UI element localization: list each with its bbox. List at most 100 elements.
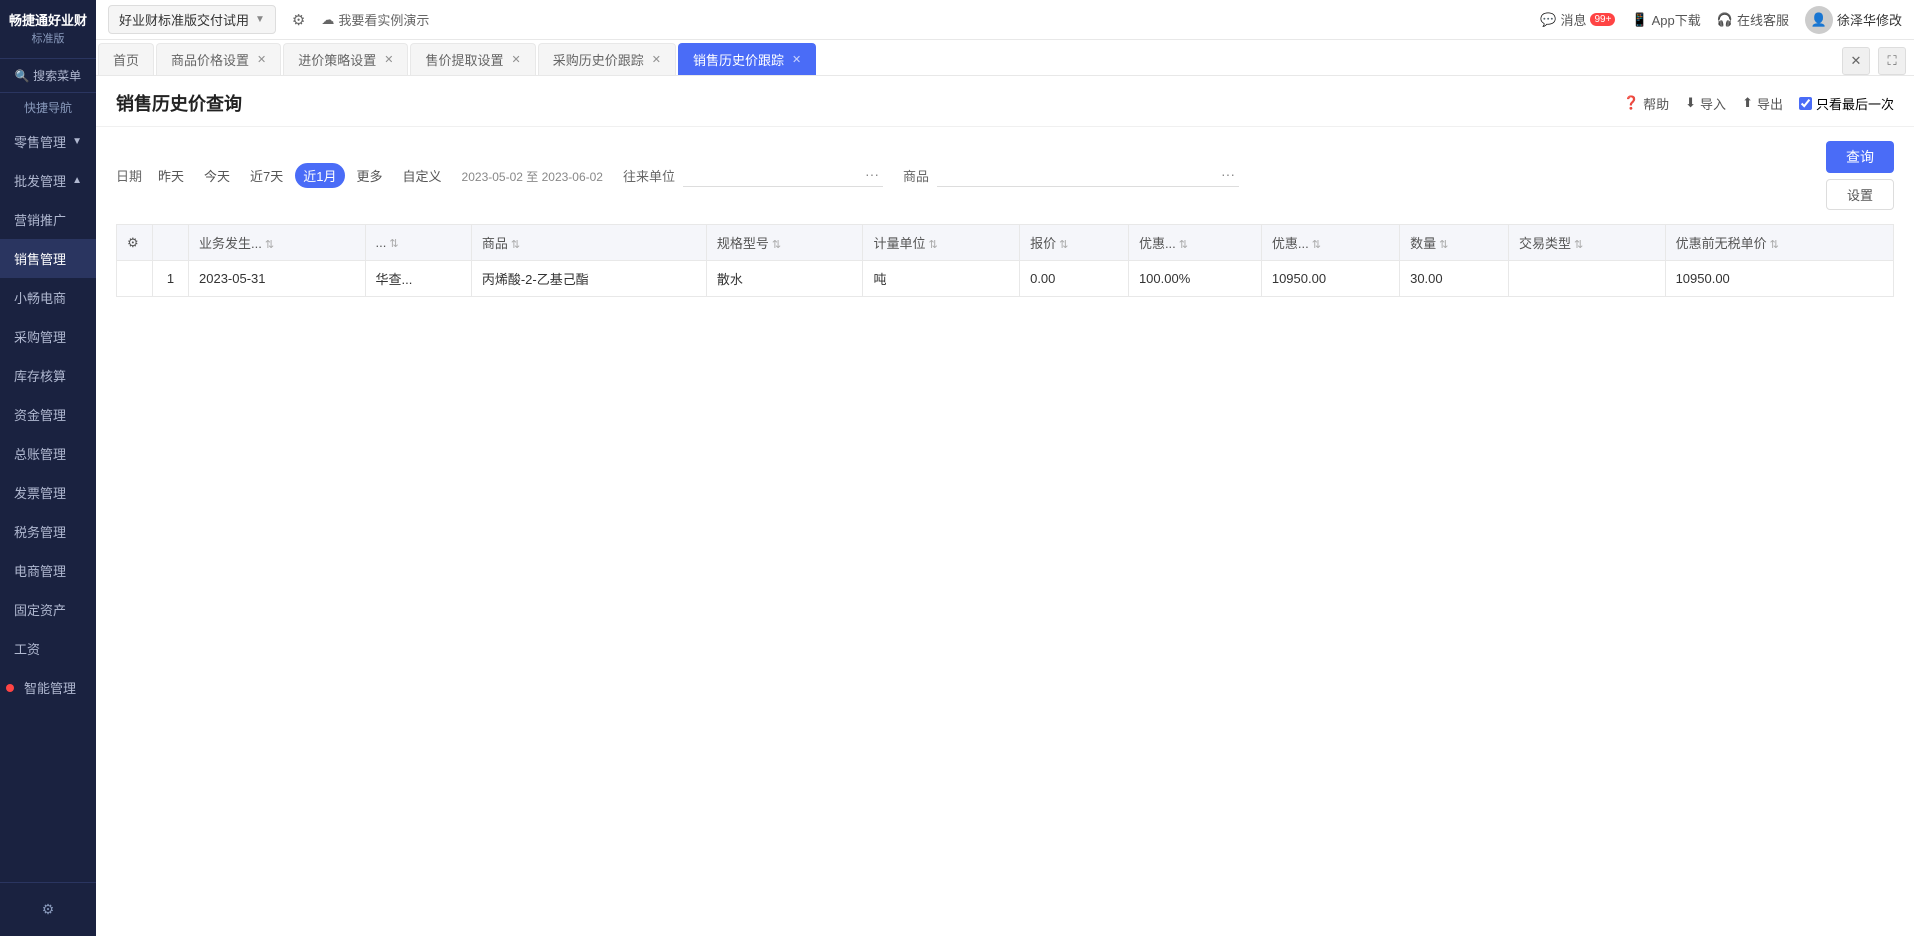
- import-label: 导入: [1700, 94, 1726, 113]
- from-unit-input[interactable]: [683, 167, 861, 182]
- cell-unit: 吨: [863, 261, 1020, 297]
- product-input[interactable]: [937, 167, 1217, 182]
- sidebar-search[interactable]: 🔍 搜索菜单: [0, 59, 96, 93]
- topbar-username: 徐泽华修改: [1837, 10, 1902, 29]
- date-filter-label: 日期: [116, 166, 142, 185]
- date-btn-custom[interactable]: 自定义: [395, 163, 450, 188]
- topbar: 好业财标准版交付试用 ▼ ⚙ ☁ 我要看实例演示 💬 消息 99+ 📱 App下…: [96, 0, 1914, 40]
- sidebar-quicknav[interactable]: 快捷导航: [0, 93, 96, 122]
- sidebar-item-ecshop[interactable]: 小畅电商: [0, 278, 96, 317]
- sidebar-item-sales[interactable]: 销售管理: [0, 239, 96, 278]
- date-btn-today[interactable]: 今天: [196, 163, 238, 188]
- topbar-user[interactable]: 👤 徐泽华修改: [1805, 6, 1902, 34]
- sidebar-quicknav-label: 快捷导航: [24, 101, 72, 115]
- sidebar-item-salary-label: 工资: [14, 639, 40, 658]
- sidebar-item-wholesale[interactable]: 批发管理 ▲: [0, 161, 96, 200]
- export-action[interactable]: ⬆ 导出: [1742, 94, 1783, 113]
- sidebar-item-purchase[interactable]: 采购管理: [0, 317, 96, 356]
- sidebar-item-ledger[interactable]: 总账管理: [0, 434, 96, 473]
- avatar: 👤: [1805, 6, 1833, 34]
- th-discount1[interactable]: 优惠...⇅: [1128, 225, 1261, 261]
- from-unit-label: 往来单位: [623, 166, 675, 185]
- sidebar-item-smart-label: 智能管理: [24, 678, 76, 697]
- tab-sale-extract[interactable]: 售价提取设置 ✕: [410, 43, 535, 75]
- help-action[interactable]: ❓ 帮助: [1623, 94, 1669, 113]
- topbar-app-download[interactable]: 📱 App下载: [1631, 10, 1700, 29]
- main-area: 好业财标准版交付试用 ▼ ⚙ ☁ 我要看实例演示 💬 消息 99+ 📱 App下…: [96, 0, 1914, 936]
- tab-price-settings[interactable]: 商品价格设置 ✕: [156, 43, 281, 75]
- tab-price-settings-close[interactable]: ✕: [257, 53, 266, 66]
- import-icon: ⬇: [1685, 95, 1696, 111]
- filter-actions: 查询 设置: [1826, 141, 1894, 210]
- th-discount2[interactable]: 优惠...⇅: [1261, 225, 1399, 261]
- sidebar-item-salary[interactable]: 工资: [0, 629, 96, 668]
- product-more-btn[interactable]: ···: [1217, 164, 1239, 184]
- only-last-checkbox[interactable]: [1799, 97, 1812, 110]
- topbar-messages[interactable]: 💬 消息 99+: [1540, 10, 1615, 29]
- sidebar-item-tax[interactable]: 税务管理: [0, 512, 96, 551]
- logo-sub: 标准版: [8, 30, 88, 46]
- settings-button[interactable]: 设置: [1826, 179, 1894, 210]
- tab-sale-extract-close[interactable]: ✕: [512, 53, 521, 66]
- topbar-demo[interactable]: ☁ 我要看实例演示: [321, 10, 429, 29]
- th-more[interactable]: ...⇅: [365, 225, 471, 261]
- cell-index: 1: [153, 261, 189, 297]
- tab-home-label: 首页: [113, 50, 139, 69]
- cell-product: 丙烯酸-2-乙基己酯: [471, 261, 706, 297]
- product-input-wrapper: ···: [937, 164, 1239, 187]
- tab-sale-extract-label: 售价提取设置: [425, 50, 503, 69]
- th-pretax-price[interactable]: 优惠前无税单价⇅: [1665, 225, 1893, 261]
- date-btn-last7[interactable]: 近7天: [242, 163, 291, 188]
- th-product[interactable]: 商品⇅: [471, 225, 706, 261]
- sidebar-item-invoice[interactable]: 发票管理: [0, 473, 96, 512]
- tab-expand-button[interactable]: ⛶: [1878, 47, 1906, 75]
- th-spec[interactable]: 规格型号⇅: [706, 225, 863, 261]
- sidebar-settings-icon[interactable]: ⚙: [0, 893, 96, 926]
- th-trade-type[interactable]: 交易类型⇅: [1508, 225, 1665, 261]
- sidebar-item-marketing[interactable]: 营销推广: [0, 200, 96, 239]
- data-table: ⚙ 业务发生...⇅ ...⇅ 商品⇅ 规格型号⇅ 计量单位⇅ 报价⇅ 优惠..…: [116, 224, 1894, 297]
- th-gear[interactable]: ⚙: [117, 225, 153, 261]
- date-btn-yesterday[interactable]: 昨天: [150, 163, 192, 188]
- import-action[interactable]: ⬇ 导入: [1685, 94, 1726, 113]
- topbar-online-service[interactable]: 🎧 在线客服: [1717, 10, 1789, 29]
- date-btn-more[interactable]: 更多: [349, 163, 391, 188]
- tabbar: 首页 商品价格设置 ✕ 进价策略设置 ✕ 售价提取设置 ✕ 采购历史价跟踪 ✕ …: [96, 40, 1914, 76]
- topbar-messages-label: 消息: [1560, 10, 1586, 29]
- th-qty[interactable]: 数量⇅: [1400, 225, 1509, 261]
- sidebar-item-finance[interactable]: 资金管理: [0, 395, 96, 434]
- tab-close-button[interactable]: ✕: [1842, 47, 1870, 75]
- th-biz-date[interactable]: 业务发生...⇅: [189, 225, 366, 261]
- date-btn-last1m[interactable]: 近1月: [295, 163, 344, 188]
- tab-sales-history[interactable]: 销售历史价跟踪 ✕: [678, 43, 816, 75]
- sidebar-search-label: 搜索菜单: [33, 69, 81, 83]
- tab-purchase-history[interactable]: 采购历史价跟踪 ✕: [538, 43, 676, 75]
- sidebar-item-fixed[interactable]: 固定资产: [0, 590, 96, 629]
- from-unit-more-btn[interactable]: ···: [861, 164, 883, 184]
- only-last-wrapper[interactable]: 只看最后一次: [1799, 94, 1894, 113]
- tab-home[interactable]: 首页: [98, 43, 154, 75]
- product-selector[interactable]: 好业财标准版交付试用 ▼: [108, 5, 276, 34]
- sidebar-logo: 畅捷通好业财 标准版: [0, 0, 96, 59]
- sidebar-item-fixed-label: 固定资产: [14, 600, 66, 619]
- table-row[interactable]: 1 2023-05-31 华查... 丙烯酸-2-乙基己酯 散水 吨 0.00 …: [117, 261, 1894, 297]
- tab-purchase-strategy[interactable]: 进价策略设置 ✕: [283, 43, 408, 75]
- tab-purchase-strategy-close[interactable]: ✕: [384, 53, 393, 66]
- tab-sales-history-close[interactable]: ✕: [792, 53, 801, 66]
- tab-purchase-history-close[interactable]: ✕: [652, 53, 661, 66]
- topbar-demo-label: 我要看实例演示: [338, 10, 429, 29]
- th-quote[interactable]: 报价⇅: [1020, 225, 1129, 261]
- sidebar-item-tax-label: 税务管理: [14, 522, 66, 541]
- logo-title: 畅捷通好业财: [8, 12, 88, 30]
- sidebar-item-ecommerce[interactable]: 电商管理: [0, 551, 96, 590]
- filter-bar: 日期 昨天 今天 近7天 近1月 更多 自定义 2023-05-02 至 202…: [96, 127, 1914, 224]
- sidebar-item-inventory[interactable]: 库存核算: [0, 356, 96, 395]
- query-button[interactable]: 查询: [1826, 141, 1894, 173]
- sidebar-item-retail[interactable]: 零售管理 ▼: [0, 122, 96, 161]
- cell-trade-type: [1508, 261, 1665, 297]
- sidebar-item-finance-label: 资金管理: [14, 405, 66, 424]
- th-unit[interactable]: 计量单位⇅: [863, 225, 1020, 261]
- sidebar-item-smart[interactable]: 智能管理: [0, 668, 96, 707]
- sidebar-item-wholesale-label: 批发管理: [14, 171, 66, 190]
- topbar-settings-icon[interactable]: ⚙: [288, 7, 309, 33]
